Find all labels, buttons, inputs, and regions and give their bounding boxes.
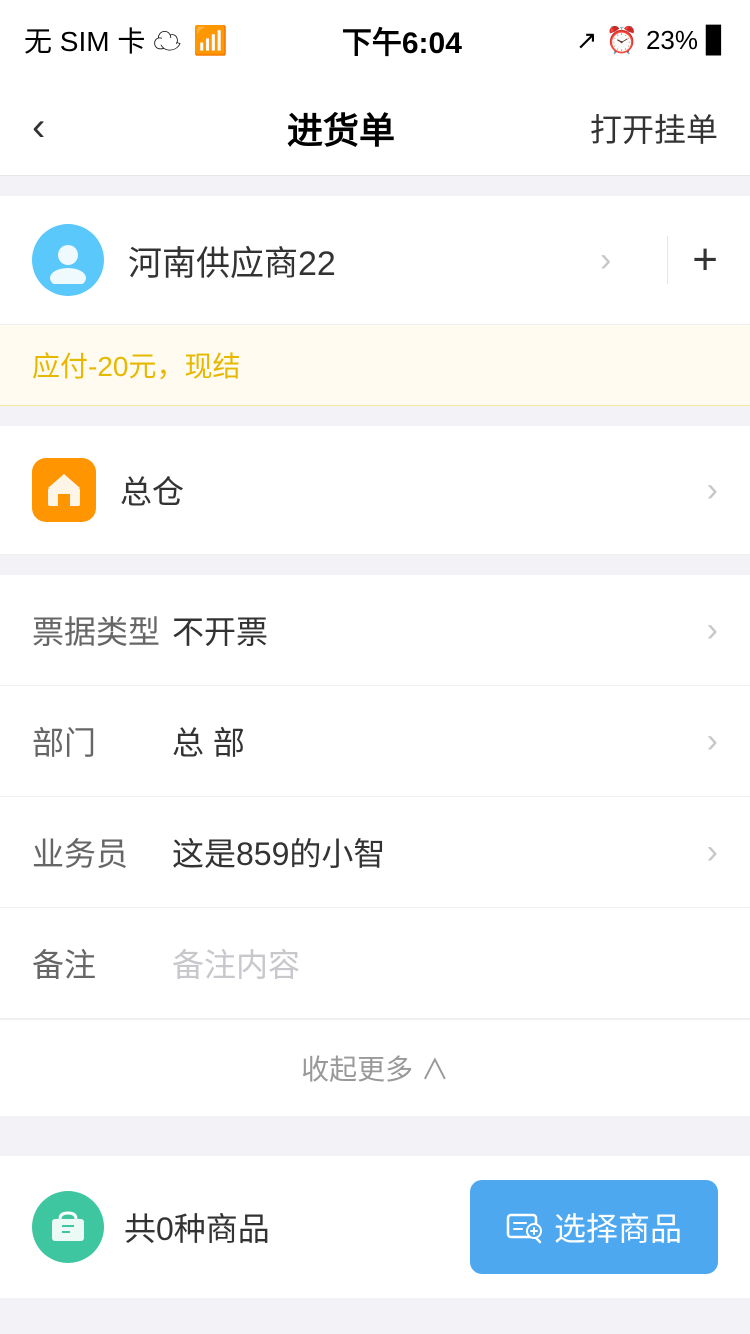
status-left: 无 SIM 卡 ☁ 📶 [24, 20, 228, 60]
supplier-row[interactable]: 河南供应商22 › + [0, 196, 750, 325]
battery-label: 23% [646, 25, 698, 56]
select-product-button[interactable]: 选择商品 [470, 1180, 718, 1274]
section-gap-3 [0, 555, 750, 575]
section-gap-4 [0, 1116, 750, 1136]
select-product-icon [506, 1209, 542, 1245]
department-row[interactable]: 部门 总 部 › [0, 686, 750, 797]
section-gap-1 [0, 176, 750, 196]
back-button[interactable]: ‹ [32, 105, 92, 150]
invoice-type-value: 不开票 [172, 607, 707, 653]
collapse-button[interactable]: 收起更多 ∧ [0, 1019, 750, 1116]
status-bar: 无 SIM 卡 ☁ 📶 下午6:04 ↗ ⏰ 23% ▊ [0, 0, 750, 80]
notice-row: 应付-20元，现结 [0, 325, 750, 406]
open-pending-button[interactable]: 打开挂单 [590, 105, 718, 151]
alarm-icon: ⏰ [606, 25, 638, 56]
status-time: 下午6:04 [342, 18, 462, 62]
warehouse-icon-bg [32, 458, 96, 522]
invoice-type-label: 票据类型 [32, 607, 172, 653]
nav-bar: ‹ 进货单 打开挂单 [0, 80, 750, 176]
product-icon-bg [32, 1191, 104, 1263]
supplier-name: 河南供应商22 [128, 236, 600, 285]
remark-placeholder: 备注内容 [172, 940, 718, 986]
remark-label: 备注 [32, 940, 172, 986]
product-count-text: 共0种商品 [124, 1204, 270, 1250]
page-title: 进货单 [287, 102, 395, 154]
vertical-divider [667, 236, 668, 284]
invoice-type-chevron-icon: › [707, 611, 718, 650]
select-product-label: 选择商品 [554, 1204, 682, 1250]
salesperson-label: 业务员 [32, 829, 172, 875]
warehouse-chevron-icon: › [707, 471, 718, 510]
salesperson-value: 这是859的小智 [172, 829, 707, 875]
sim-label: 无 SIM 卡 ☁ [24, 20, 181, 60]
invoice-type-row[interactable]: 票据类型 不开票 › [0, 575, 750, 686]
location-icon: ↗ [576, 25, 598, 56]
supplier-avatar [32, 224, 104, 296]
salesperson-row[interactable]: 业务员 这是859的小智 › [0, 797, 750, 908]
form-section: 票据类型 不开票 › 部门 总 部 › 业务员 这是859的小智 › 备注 备注… [0, 575, 750, 1116]
battery-icon: ▊ [706, 25, 726, 56]
warehouse-name: 总仓 [120, 467, 707, 513]
supplier-chevron-icon: › [600, 241, 611, 280]
salesperson-chevron-icon: › [707, 833, 718, 872]
product-count-area: 共0种商品 [32, 1191, 270, 1263]
supplier-section: 河南供应商22 › + 应付-20元，现结 [0, 196, 750, 406]
add-supplier-button[interactable]: + [692, 235, 718, 285]
department-value: 总 部 [172, 718, 707, 764]
warehouse-section: 总仓 › [0, 426, 750, 555]
department-chevron-icon: › [707, 722, 718, 761]
wifi-icon: 📶 [193, 24, 228, 57]
bottom-bar: 共0种商品 选择商品 [0, 1156, 750, 1298]
remark-row[interactable]: 备注 备注内容 [0, 908, 750, 1019]
warehouse-row[interactable]: 总仓 › [0, 426, 750, 555]
section-gap-2 [0, 406, 750, 426]
status-right: ↗ ⏰ 23% ▊ [576, 25, 726, 56]
department-label: 部门 [32, 718, 172, 764]
